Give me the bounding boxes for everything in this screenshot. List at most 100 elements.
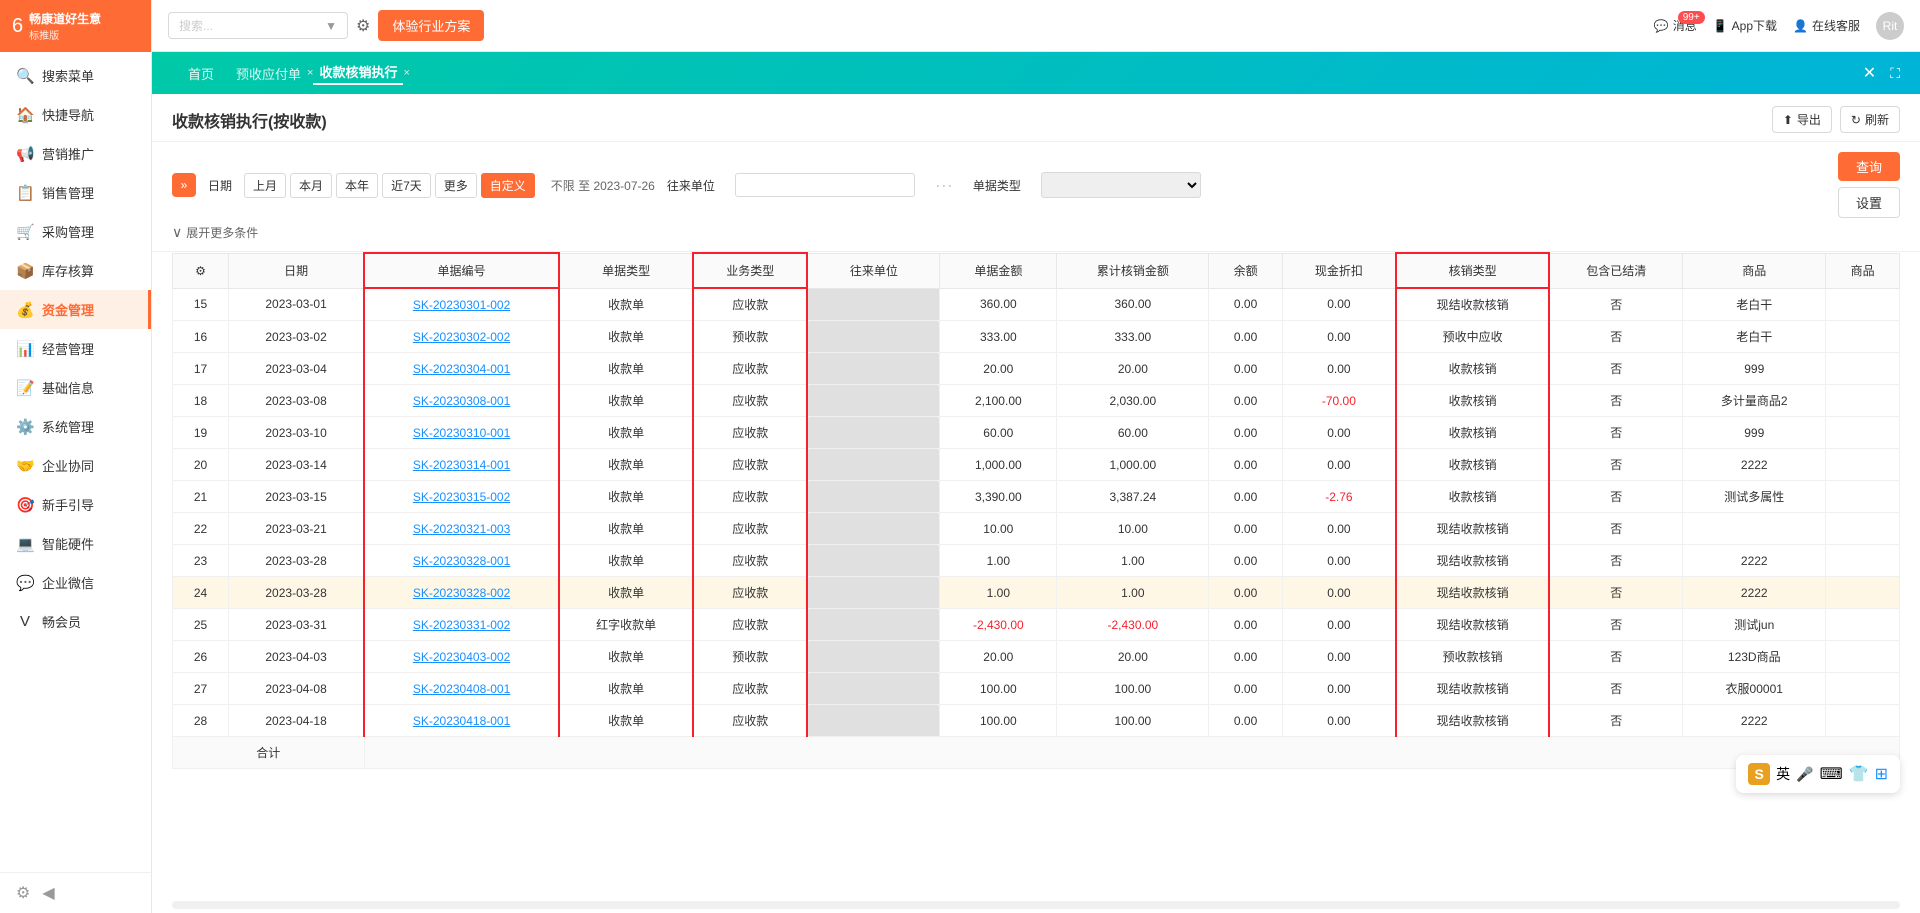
grid-icon[interactable]: ⊞: [1875, 764, 1888, 784]
sidebar-item-marketing[interactable]: 📢 营销推广: [0, 134, 151, 173]
bill-no-link[interactable]: SK-20230331-002: [413, 618, 510, 632]
sidebar-item-system[interactable]: ⚙️ 系统管理: [0, 407, 151, 446]
cell-bill-no[interactable]: SK-20230321-003: [364, 513, 559, 545]
tab-list: 首页 预收应付单 × 收款核销执行 ×: [172, 52, 410, 94]
sidebar-item-search[interactable]: 🔍 搜索菜单: [0, 56, 151, 95]
partner-input[interactable]: [735, 173, 915, 197]
th-balance[interactable]: 余额: [1209, 253, 1283, 288]
sidebar-item-sales[interactable]: 📋 销售管理: [0, 173, 151, 212]
bill-no-link[interactable]: SK-20230308-001: [413, 394, 510, 408]
mic-icon[interactable]: 🎤: [1796, 766, 1813, 783]
cell-bill-no[interactable]: SK-20230315-002: [364, 481, 559, 513]
tab-prepay[interactable]: 预收应付单: [230, 64, 307, 83]
bill-no-link[interactable]: SK-20230315-002: [413, 490, 510, 504]
th-include-settled[interactable]: 包含已结清: [1549, 253, 1682, 288]
collapse-icon[interactable]: ◀: [42, 883, 54, 903]
bill-type-select[interactable]: [1041, 172, 1201, 198]
logo-icon: 6: [12, 15, 23, 38]
th-accum-cancel[interactable]: 累计核销金额: [1057, 253, 1209, 288]
shirt-icon[interactable]: 👕: [1849, 764, 1869, 784]
user-avatar[interactable]: Rit: [1876, 12, 1904, 40]
th-amount[interactable]: 单据金额: [940, 253, 1057, 288]
maximize-icon[interactable]: ⛶: [1890, 65, 1900, 82]
sidebar-item-operation[interactable]: 📊 经营管理: [0, 329, 151, 368]
service-label: 在线客服: [1812, 17, 1860, 34]
bill-no-link[interactable]: SK-20230302-002: [413, 330, 510, 344]
horizontal-scrollbar[interactable]: [172, 901, 1900, 909]
th-goods2[interactable]: 商品: [1826, 253, 1900, 288]
sidebar-item-guide[interactable]: 🎯 新手引导: [0, 485, 151, 524]
cell-goods: 老白干: [1683, 288, 1826, 321]
tab-home[interactable]: 首页: [172, 64, 230, 83]
th-bill-no[interactable]: 单据编号: [364, 253, 559, 288]
bill-no-link[interactable]: SK-20230418-001: [413, 714, 510, 728]
search-box[interactable]: 搜索... ▼: [168, 12, 348, 39]
sidebar-item-purchase[interactable]: 🛒 采购管理: [0, 212, 151, 251]
bill-no-link[interactable]: SK-20230408-001: [413, 682, 510, 696]
th-cancel-type[interactable]: 核销类型: [1396, 253, 1550, 288]
sidebar-item-basic[interactable]: 📝 基础信息: [0, 368, 151, 407]
filter-expand-button[interactable]: »: [172, 173, 196, 197]
cell-bill-no[interactable]: SK-20230403-002: [364, 641, 559, 673]
refresh-button[interactable]: ↻ 刷新: [1840, 106, 1900, 133]
teal-tab-bar: 首页 预收应付单 × 收款核销执行 × ✕ ⛶: [152, 52, 1920, 94]
bill-no-link[interactable]: SK-20230328-001: [413, 554, 510, 568]
sidebar-item-hardware[interactable]: 💻 智能硬件: [0, 524, 151, 563]
cell-bill-no[interactable]: SK-20230418-001: [364, 705, 559, 737]
date-btn-this-month[interactable]: 本月: [290, 173, 332, 198]
message-badge[interactable]: 💬 消息 99+: [1654, 17, 1697, 34]
bill-no-link[interactable]: SK-20230403-002: [413, 650, 510, 664]
partner-dots[interactable]: ···: [935, 175, 953, 196]
th-goods[interactable]: 商品: [1683, 253, 1826, 288]
th-settings[interactable]: ⚙: [173, 253, 229, 288]
bill-no-link[interactable]: SK-20230321-003: [413, 522, 510, 536]
th-partner[interactable]: 往来单位: [807, 253, 939, 288]
tab-collection-close[interactable]: ×: [403, 67, 409, 79]
cell-bill-no[interactable]: SK-20230408-001: [364, 673, 559, 705]
bill-no-link[interactable]: SK-20230328-002: [413, 586, 510, 600]
th-bill-type[interactable]: 单据类型: [559, 253, 693, 288]
cell-bill-no[interactable]: SK-20230301-002: [364, 288, 559, 321]
cell-bill-no[interactable]: SK-20230310-001: [364, 417, 559, 449]
cell-bill-no[interactable]: SK-20230314-001: [364, 449, 559, 481]
date-btn-last-month[interactable]: 上月: [244, 173, 286, 198]
cell-bill-no[interactable]: SK-20230331-002: [364, 609, 559, 641]
header-settings-icon[interactable]: ⚙: [356, 16, 370, 36]
app-download-btn[interactable]: 📱 App下载: [1713, 17, 1777, 34]
cell-bill-no[interactable]: SK-20230308-001: [364, 385, 559, 417]
date-btn-this-year[interactable]: 本年: [336, 173, 378, 198]
filter-settings-button[interactable]: 设置: [1838, 187, 1900, 218]
close-window-icon[interactable]: ✕: [1863, 63, 1876, 83]
sidebar-item-wechat[interactable]: 💬 企业微信: [0, 563, 151, 602]
cell-include-settled: 否: [1549, 321, 1682, 353]
bill-no-link[interactable]: SK-20230310-001: [413, 426, 510, 440]
sidebar-item-finance[interactable]: 💰 资金管理: [0, 290, 151, 329]
date-btn-more[interactable]: 更多: [435, 173, 477, 198]
date-btn-custom[interactable]: 自定义: [481, 173, 535, 198]
cell-bill-no[interactable]: SK-20230302-002: [364, 321, 559, 353]
sidebar-item-company[interactable]: 🤝 企业协同: [0, 446, 151, 485]
date-btn-7days[interactable]: 近7天: [382, 173, 431, 198]
bill-no-link[interactable]: SK-20230301-002: [413, 298, 510, 312]
online-service-btn[interactable]: 👤 在线客服: [1793, 17, 1860, 34]
sidebar-item-quicknav[interactable]: 🏠 快捷导航: [0, 95, 151, 134]
solution-button[interactable]: 体验行业方案: [378, 10, 484, 41]
cell-bill-no[interactable]: SK-20230328-002: [364, 577, 559, 609]
th-cash-discount[interactable]: 现金折扣: [1282, 253, 1396, 288]
keyboard-icon[interactable]: ⌨: [1820, 764, 1843, 784]
th-date[interactable]: 日期: [229, 253, 364, 288]
sidebar-label-quicknav: 快捷导航: [42, 105, 94, 124]
cell-bill-no[interactable]: SK-20230328-001: [364, 545, 559, 577]
sidebar-item-inventory[interactable]: 📦 库存核算: [0, 251, 151, 290]
expand-more-row[interactable]: ∨ 展开更多条件: [172, 224, 1900, 241]
bill-no-link[interactable]: SK-20230314-001: [413, 458, 510, 472]
tab-collection[interactable]: 收款核销执行: [313, 62, 403, 85]
query-button[interactable]: 查询: [1838, 152, 1900, 181]
th-biz-type[interactable]: 业务类型: [693, 253, 807, 288]
bill-no-link[interactable]: SK-20230304-001: [413, 362, 510, 376]
tab-prepay-close[interactable]: ×: [307, 67, 313, 79]
sidebar-item-member[interactable]: V 畅会员: [0, 602, 151, 641]
export-button[interactable]: ⬆ 导出: [1772, 106, 1832, 133]
cell-bill-no[interactable]: SK-20230304-001: [364, 353, 559, 385]
settings-bottom-icon[interactable]: ⚙: [16, 883, 30, 903]
